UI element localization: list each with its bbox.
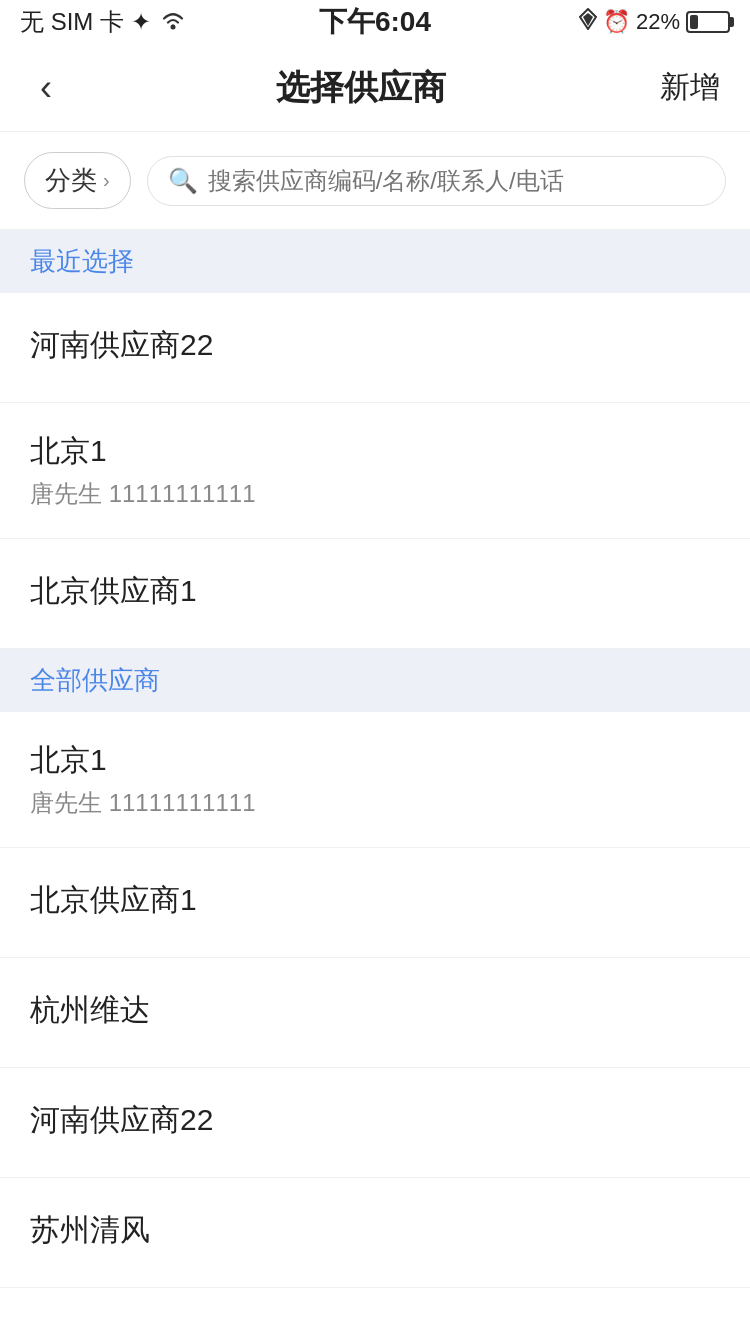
- search-input[interactable]: [208, 167, 705, 195]
- status-right: ⏰ 22%: [579, 8, 730, 36]
- list-item[interactable]: 河南供应商22: [0, 1068, 750, 1178]
- list-item[interactable]: 苏州清风: [0, 1178, 750, 1288]
- nav-bar: ‹ 选择供应商 新增: [0, 44, 750, 132]
- category-label: 分类: [45, 163, 97, 198]
- all-section-label: 全部供应商: [30, 665, 160, 695]
- supplier-contact: 唐先生 11111111111: [30, 478, 720, 510]
- supplier-name: 杭州维达: [30, 990, 720, 1031]
- alarm-icon: ⏰: [603, 9, 630, 35]
- list-item[interactable]: 河南供应商22: [0, 293, 750, 403]
- battery-percent: 22%: [636, 9, 680, 35]
- status-left: 无 SIM 卡 ✦: [20, 6, 187, 38]
- all-list: 北京1 唐先生 11111111111 北京供应商1 杭州维达 河南供应商22 …: [0, 712, 750, 1288]
- category-button[interactable]: 分类 ›: [24, 152, 131, 209]
- back-button[interactable]: ‹: [30, 57, 62, 119]
- list-item[interactable]: 北京1 唐先生 11111111111: [0, 712, 750, 848]
- supplier-name: 北京1: [30, 740, 720, 781]
- supplier-name: 河南供应商22: [30, 1100, 720, 1141]
- supplier-name: 北京供应商1: [30, 880, 720, 921]
- list-item[interactable]: 北京供应商1: [0, 848, 750, 958]
- recent-list: 河南供应商22 北京1 唐先生 11111111111 北京供应商1: [0, 293, 750, 649]
- list-item[interactable]: 北京供应商1: [0, 539, 750, 649]
- recent-section-label: 最近选择: [30, 246, 134, 276]
- supplier-name: 河南供应商22: [30, 325, 720, 366]
- add-button[interactable]: 新增: [660, 67, 720, 108]
- chevron-right-icon: ›: [103, 169, 110, 192]
- status-time: 下午6:04: [319, 3, 431, 41]
- wifi-icon: [159, 8, 187, 36]
- location-icon: [579, 8, 597, 36]
- svg-point-0: [170, 25, 175, 30]
- recent-section-header: 最近选择: [0, 230, 750, 293]
- list-item[interactable]: 杭州维达: [0, 958, 750, 1068]
- battery-icon: [686, 11, 730, 33]
- supplier-contact: 唐先生 11111111111: [30, 787, 720, 819]
- supplier-name: 北京1: [30, 431, 720, 472]
- all-section-header: 全部供应商: [0, 649, 750, 712]
- status-bar: 无 SIM 卡 ✦ 下午6:04 ⏰ 22%: [0, 0, 750, 44]
- page-title: 选择供应商: [276, 65, 446, 111]
- search-icon: 🔍: [168, 167, 198, 195]
- search-box: 🔍: [147, 156, 726, 206]
- supplier-name: 北京供应商1: [30, 571, 720, 612]
- supplier-name: 苏州清风: [30, 1210, 720, 1251]
- no-sim-text: 无 SIM 卡 ✦: [20, 6, 151, 38]
- filter-bar: 分类 › 🔍: [0, 132, 750, 230]
- list-item[interactable]: 北京1 唐先生 11111111111: [0, 403, 750, 539]
